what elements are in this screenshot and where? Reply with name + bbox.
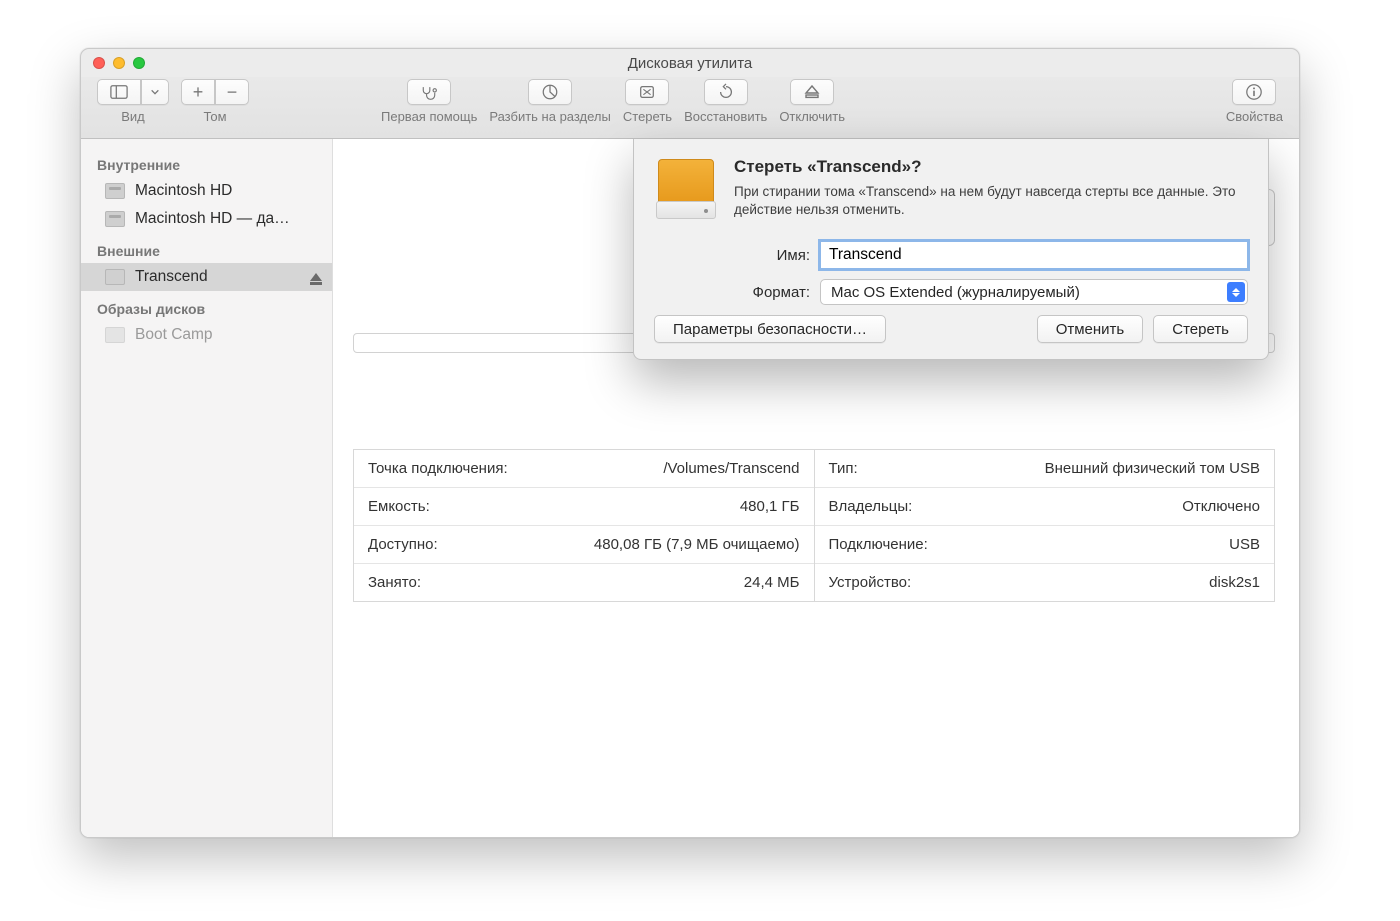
detail-row: Емкость:480,1 ГБ xyxy=(354,488,814,526)
erase-dialog: Стереть «Transcend»? При стирании тома «… xyxy=(633,139,1269,360)
toolbar: Вид + − Том Первая помощь Р xyxy=(81,77,1299,139)
plus-icon: + xyxy=(193,83,204,101)
sidebar: Внутренние Macintosh HD Macintosh HD — д… xyxy=(81,139,333,837)
cancel-button[interactable]: Отменить xyxy=(1037,315,1144,343)
format-label: Формат: xyxy=(738,284,810,301)
detail-row: Занято:24,4 МБ xyxy=(354,564,814,601)
external-drive-icon xyxy=(654,157,718,221)
name-input[interactable] xyxy=(820,241,1248,269)
sidebar-images-header: Образы дисков xyxy=(81,291,332,321)
format-select[interactable]: Mac OS Extended (журналируемый) xyxy=(820,279,1248,305)
sidebar-icon xyxy=(110,83,128,101)
eject-icon[interactable] xyxy=(310,273,322,281)
sidebar-item-label: Macintosh HD xyxy=(135,182,232,200)
toolbar-info-label: Свойства xyxy=(1226,109,1283,124)
detail-row: Доступно:480,08 ГБ (7,9 МБ очищаемо) xyxy=(354,526,814,564)
erase-button[interactable] xyxy=(625,79,669,105)
sidebar-item-label: Boot Camp xyxy=(135,326,213,344)
add-volume-button[interactable]: + xyxy=(181,79,215,105)
toolbar-volume-label: Том xyxy=(203,109,226,124)
external-disk-icon xyxy=(105,269,125,285)
main-content: 480,1 ГБ Точка подключения:/Volumes/Tran… xyxy=(333,139,1299,837)
sidebar-item-transcend[interactable]: Transcend xyxy=(81,263,332,291)
security-options-button[interactable]: Параметры безопасности… xyxy=(654,315,886,343)
eject-icon xyxy=(803,83,821,101)
info-button[interactable] xyxy=(1232,79,1276,105)
zoom-window-button[interactable] xyxy=(133,57,145,69)
minus-icon: − xyxy=(227,83,238,101)
restore-button[interactable] xyxy=(704,79,748,105)
view-menu-button[interactable] xyxy=(141,79,169,105)
window-controls xyxy=(81,57,145,69)
info-icon xyxy=(1245,83,1263,101)
dialog-message: При стирании тома «Transcend» на нем буд… xyxy=(734,183,1248,219)
details-left-column: Точка подключения:/Volumes/Transcend Емк… xyxy=(354,450,815,601)
erase-confirm-button[interactable]: Стереть xyxy=(1153,315,1248,343)
first-aid-button[interactable] xyxy=(407,79,451,105)
pie-icon xyxy=(541,83,559,101)
minimize-window-button[interactable] xyxy=(113,57,125,69)
detail-row: Точка подключения:/Volumes/Transcend xyxy=(354,450,814,488)
details-right-column: Тип:Внешний физический том USB Владельцы… xyxy=(815,450,1275,601)
select-stepper-icon xyxy=(1227,282,1245,302)
name-label: Имя: xyxy=(738,247,810,264)
disk-utility-window: Дисковая утилита Вид + − xyxy=(80,48,1300,838)
sidebar-internal-header: Внутренние xyxy=(81,147,332,177)
format-value: Mac OS Extended (журналируемый) xyxy=(831,284,1080,301)
sidebar-item-macintosh-hd[interactable]: Macintosh HD xyxy=(81,177,332,205)
sidebar-item-label: Transcend xyxy=(135,268,208,286)
detail-row: Устройство:disk2s1 xyxy=(815,564,1275,601)
detail-row: Подключение:USB xyxy=(815,526,1275,564)
close-window-button[interactable] xyxy=(93,57,105,69)
restore-icon xyxy=(717,83,735,101)
remove-volume-button[interactable]: − xyxy=(215,79,249,105)
sidebar-item-boot-camp[interactable]: Boot Camp xyxy=(81,321,332,349)
volume-details: Точка подключения:/Volumes/Transcend Емк… xyxy=(353,449,1275,602)
stethoscope-icon xyxy=(420,83,438,101)
window-title: Дисковая утилита xyxy=(81,55,1299,72)
toolbar-restore-label: Восстановить xyxy=(684,109,767,124)
toolbar-view-label: Вид xyxy=(121,109,145,124)
detail-row: Владельцы:Отключено xyxy=(815,488,1275,526)
toolbar-erase-label: Стереть xyxy=(623,109,672,124)
dialog-title: Стереть «Transcend»? xyxy=(734,157,1248,177)
disk-image-icon xyxy=(105,327,125,343)
unmount-button[interactable] xyxy=(790,79,834,105)
sidebar-item-macintosh-hd-data[interactable]: Macintosh HD — да… xyxy=(81,205,332,233)
erase-icon xyxy=(638,83,656,101)
toolbar-firstaid-label: Первая помощь xyxy=(381,109,477,124)
sidebar-external-header: Внешние xyxy=(81,233,332,263)
partition-button[interactable] xyxy=(528,79,572,105)
internal-disk-icon xyxy=(105,211,125,227)
detail-row: Тип:Внешний физический том USB xyxy=(815,450,1275,488)
titlebar: Дисковая утилита xyxy=(81,49,1299,77)
sidebar-toggle-button[interactable] xyxy=(97,79,141,105)
internal-disk-icon xyxy=(105,183,125,199)
toolbar-unmount-label: Отключить xyxy=(779,109,845,124)
toolbar-partition-label: Разбить на разделы xyxy=(489,109,611,124)
chevron-down-icon xyxy=(150,87,160,97)
sidebar-item-label: Macintosh HD — да… xyxy=(135,210,290,228)
